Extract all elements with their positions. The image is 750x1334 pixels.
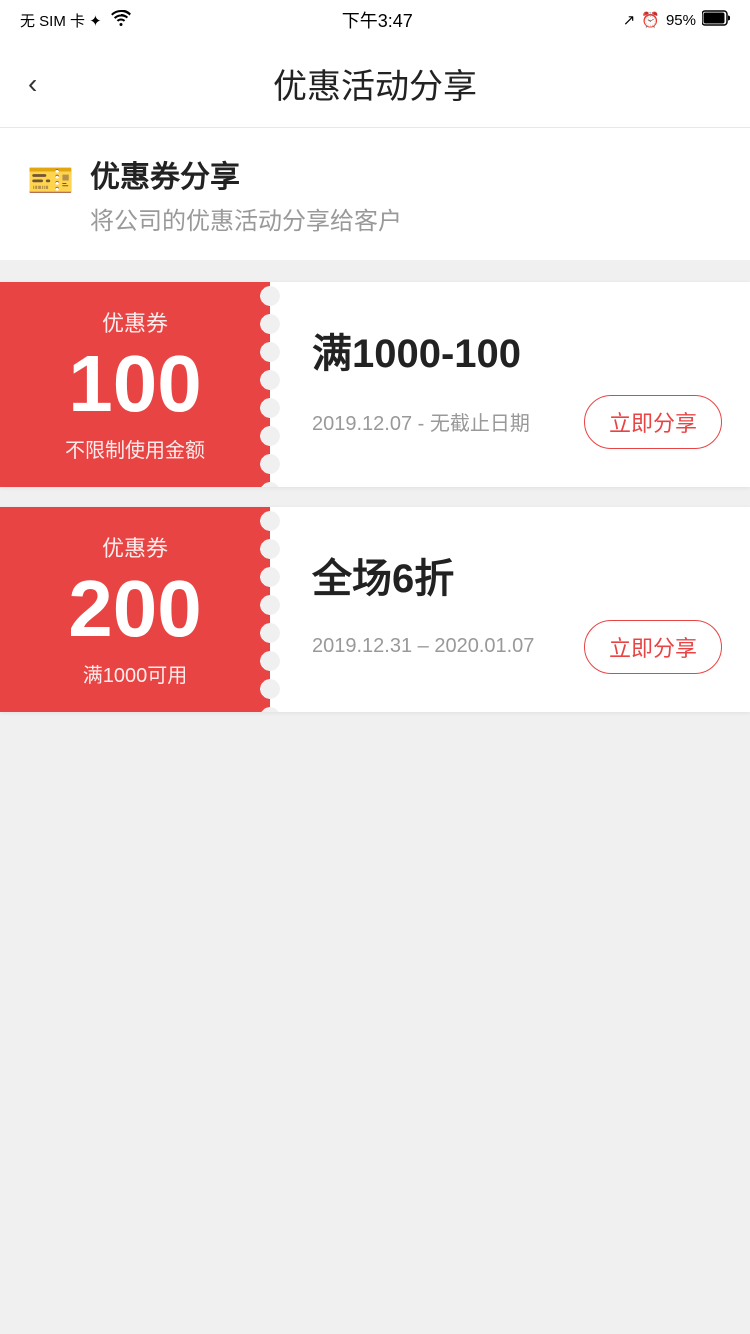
battery-text: 95% — [666, 12, 696, 29]
status-time: 下午3:47 — [342, 7, 413, 33]
coupon-amount-1: 200 — [68, 569, 201, 649]
section-text: 优惠券分享 将公司的优惠活动分享给客户 — [90, 158, 402, 236]
section-header: 🎫 优惠券分享 将公司的优惠活动分享给客户 — [0, 128, 750, 260]
coupon-name-0: 满1000-100 — [312, 321, 722, 379]
status-left: 无 SIM 卡 ✦ — [20, 10, 132, 31]
coupon-left-1: 优惠券 200 满1000可用 — [0, 507, 270, 712]
no-sim-text: 无 SIM 卡 ✦ — [20, 10, 102, 31]
back-button[interactable]: ‹ — [28, 68, 37, 100]
coupon-label-1: 优惠券 — [102, 531, 168, 563]
share-button-1[interactable]: 立即分享 — [584, 620, 722, 674]
battery-icon — [702, 10, 730, 30]
coupon-condition-0: 不限制使用金额 — [65, 434, 205, 463]
coupon-date-1: 2019.12.31 – 2020.01.07 — [312, 635, 534, 658]
coupon-right-1: 全场6折 2019.12.31 – 2020.01.07 立即分享 — [270, 507, 750, 712]
wifi-icon — [110, 10, 132, 30]
coupon-left-0: 优惠券 100 不限制使用金额 — [0, 282, 270, 487]
coupon-date-0: 2019.12.07 - 无截止日期 — [312, 407, 530, 436]
section-title: 优惠券分享 — [90, 158, 402, 197]
share-button-0[interactable]: 立即分享 — [584, 395, 722, 449]
coupon-name-1: 全场6折 — [312, 546, 722, 604]
coupon-bottom-row-1: 2019.12.31 – 2020.01.07 立即分享 — [312, 620, 722, 674]
coupon-card-0: 优惠券 100 不限制使用金额 满1000-100 2019.12.07 - 无… — [0, 282, 750, 487]
cards-container: 优惠券 100 不限制使用金额 满1000-100 2019.12.07 - 无… — [0, 262, 750, 732]
page-title: 优惠活动分享 — [273, 59, 477, 108]
coupon-bottom-row-0: 2019.12.07 - 无截止日期 立即分享 — [312, 395, 722, 449]
nav-bar: ‹ 优惠活动分享 — [0, 40, 750, 128]
location-icon: ↗ — [623, 11, 636, 29]
coupon-icon: 🎫 — [28, 158, 74, 204]
coupon-card-1: 优惠券 200 满1000可用 全场6折 2019.12.31 – 2020.0… — [0, 507, 750, 712]
alarm-icon: ⏰ — [641, 11, 660, 29]
coupon-right-0: 满1000-100 2019.12.07 - 无截止日期 立即分享 — [270, 282, 750, 487]
status-right: ↗ ⏰ 95% — [623, 10, 730, 30]
coupon-label-0: 优惠券 — [102, 306, 168, 338]
status-bar: 无 SIM 卡 ✦ 下午3:47 ↗ ⏰ 95% — [0, 0, 750, 40]
coupon-condition-1: 满1000可用 — [83, 659, 188, 688]
section-subtitle: 将公司的优惠活动分享给客户 — [90, 201, 402, 236]
bottom-space — [0, 732, 750, 1232]
coupon-amount-0: 100 — [68, 344, 201, 424]
